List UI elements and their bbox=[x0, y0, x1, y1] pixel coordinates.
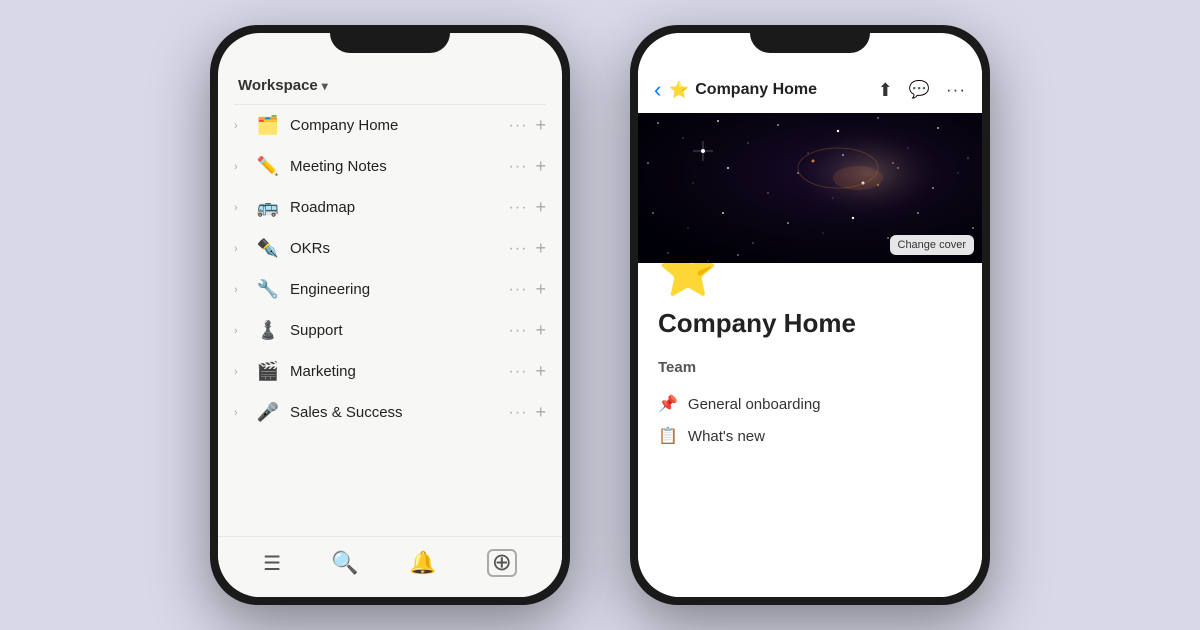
sidebar-item-meeting-notes[interactable]: › ✏️ Meeting Notes ··· + bbox=[222, 146, 558, 187]
chevron-icon: › bbox=[234, 202, 248, 214]
meeting-notes-icon: ✏️ bbox=[256, 156, 280, 177]
chevron-icon: › bbox=[234, 407, 248, 419]
cover-image: Change cover bbox=[638, 113, 982, 263]
share-icon[interactable]: ⬆ bbox=[878, 80, 893, 101]
phone-left: Workspace ▾ › 🗂️ Company Home ··· + bbox=[210, 25, 570, 605]
dots-icon[interactable]: ··· bbox=[509, 363, 528, 381]
okrs-actions: ··· + bbox=[509, 238, 547, 259]
sidebar-item-roadmap[interactable]: › 🚌 Roadmap ··· + bbox=[222, 187, 558, 228]
whats-new-icon: 📋 bbox=[658, 426, 678, 446]
sidebar-item-sales-success[interactable]: › 🎤 Sales & Success ··· + bbox=[222, 392, 558, 433]
notch-right bbox=[750, 25, 870, 53]
okrs-icon: ✒️ bbox=[256, 238, 280, 259]
more-icon[interactable]: ··· bbox=[946, 80, 966, 100]
sales-actions: ··· + bbox=[509, 402, 547, 423]
chevron-icon: › bbox=[234, 161, 248, 173]
chevron-icon: › bbox=[234, 366, 248, 378]
roadmap-icon: 🚌 bbox=[256, 197, 280, 218]
title-star-icon: ⭐ bbox=[669, 80, 689, 100]
plus-icon[interactable]: + bbox=[535, 320, 546, 341]
marketing-actions: ··· + bbox=[509, 361, 547, 382]
engineering-actions: ··· + bbox=[509, 279, 547, 300]
bell-icon[interactable]: 🔔 bbox=[409, 550, 436, 576]
dots-icon[interactable]: ··· bbox=[509, 322, 528, 340]
company-home-label: Company Home bbox=[290, 117, 509, 134]
page-link-general-onboarding[interactable]: 📌 General onboarding bbox=[658, 388, 962, 420]
notch-left bbox=[330, 25, 450, 53]
sidebar-items-list: › 🗂️ Company Home ··· + › ✏️ Meeting Not… bbox=[218, 105, 562, 536]
section-heading: Team bbox=[658, 359, 962, 376]
plus-icon[interactable]: + bbox=[535, 238, 546, 259]
sales-label: Sales & Success bbox=[290, 404, 509, 421]
plus-icon[interactable]: + bbox=[535, 197, 546, 218]
meeting-notes-actions: ··· + bbox=[509, 156, 547, 177]
marketing-label: Marketing bbox=[290, 363, 509, 380]
sidebar-item-support[interactable]: › ♟️ Support ··· + bbox=[222, 310, 558, 351]
company-home-actions: ··· + bbox=[509, 115, 547, 136]
sales-icon: 🎤 bbox=[256, 402, 280, 423]
chevron-icon: › bbox=[234, 325, 248, 337]
page-emoji: ⭐ bbox=[658, 263, 962, 300]
right-content: ‹ ⭐ Company Home ⬆ 💬 ··· bbox=[638, 33, 982, 597]
dots-icon[interactable]: ··· bbox=[509, 281, 528, 299]
workspace-label: Workspace bbox=[238, 77, 318, 94]
marketing-icon: 🎬 bbox=[256, 361, 280, 382]
okrs-label: OKRs bbox=[290, 240, 509, 257]
page-header-title: Company Home bbox=[695, 81, 817, 99]
whats-new-label: What's new bbox=[688, 428, 765, 445]
meeting-notes-label: Meeting Notes bbox=[290, 158, 509, 175]
chevron-icon: › bbox=[234, 284, 248, 296]
page-content: ⭐ Company Home Team 📌 General onboarding… bbox=[638, 263, 982, 597]
dots-icon[interactable]: ··· bbox=[509, 117, 528, 135]
plus-icon[interactable]: + bbox=[535, 361, 546, 382]
dots-icon[interactable]: ··· bbox=[509, 240, 528, 258]
compose-icon[interactable]: ⊕ bbox=[487, 549, 517, 577]
plus-icon[interactable]: + bbox=[535, 115, 546, 136]
plus-icon[interactable]: + bbox=[535, 156, 546, 177]
company-home-icon: 🗂️ bbox=[256, 115, 280, 136]
list-icon[interactable]: ☰ bbox=[263, 551, 281, 576]
page-link-whats-new[interactable]: 📋 What's new bbox=[658, 420, 962, 452]
workspace-chevron: ▾ bbox=[322, 79, 328, 93]
chevron-icon: › bbox=[234, 243, 248, 255]
support-label: Support bbox=[290, 322, 509, 339]
roadmap-actions: ··· + bbox=[509, 197, 547, 218]
screen-right: ‹ ⭐ Company Home ⬆ 💬 ··· bbox=[638, 33, 982, 597]
support-actions: ··· + bbox=[509, 320, 547, 341]
engineering-label: Engineering bbox=[290, 281, 509, 298]
change-cover-button[interactable]: Change cover bbox=[890, 235, 975, 255]
dots-icon[interactable]: ··· bbox=[509, 158, 528, 176]
sidebar-item-marketing[interactable]: › 🎬 Marketing ··· + bbox=[222, 351, 558, 392]
support-icon: ♟️ bbox=[256, 320, 280, 341]
plus-icon[interactable]: + bbox=[535, 279, 546, 300]
left-content: Workspace ▾ › 🗂️ Company Home ··· + bbox=[218, 33, 562, 597]
bottom-bar: ☰ 🔍 🔔 ⊕ bbox=[218, 536, 562, 597]
engineering-icon: 🔧 bbox=[256, 279, 280, 300]
page-title-main: Company Home bbox=[658, 308, 962, 339]
general-onboarding-label: General onboarding bbox=[688, 396, 821, 413]
back-button[interactable]: ‹ bbox=[654, 77, 661, 103]
sidebar-item-company-home[interactable]: › 🗂️ Company Home ··· + bbox=[222, 105, 558, 146]
chevron-icon: › bbox=[234, 120, 248, 132]
dots-icon[interactable]: ··· bbox=[509, 199, 528, 217]
header-actions: ⬆ 💬 ··· bbox=[878, 80, 966, 101]
sidebar-item-okrs[interactable]: › ✒️ OKRs ··· + bbox=[222, 228, 558, 269]
phones-container: Workspace ▾ › 🗂️ Company Home ··· + bbox=[0, 0, 1200, 630]
roadmap-label: Roadmap bbox=[290, 199, 509, 216]
screen-left: Workspace ▾ › 🗂️ Company Home ··· + bbox=[218, 33, 562, 597]
phone-right: ‹ ⭐ Company Home ⬆ 💬 ··· bbox=[630, 25, 990, 605]
search-icon[interactable]: 🔍 bbox=[331, 550, 358, 576]
comment-icon[interactable]: 💬 bbox=[909, 80, 930, 100]
page-title-area: ⭐ Company Home bbox=[669, 80, 869, 100]
dots-icon[interactable]: ··· bbox=[509, 404, 528, 422]
sidebar-item-engineering[interactable]: › 🔧 Engineering ··· + bbox=[222, 269, 558, 310]
plus-icon[interactable]: + bbox=[535, 402, 546, 423]
general-onboarding-icon: 📌 bbox=[658, 394, 678, 414]
